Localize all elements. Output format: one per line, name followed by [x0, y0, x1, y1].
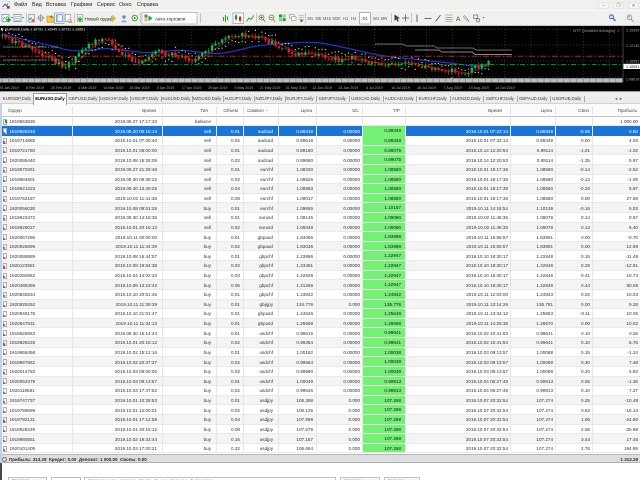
svg-text:7 Aug 2019: 7 Aug 2019 [444, 86, 462, 90]
svg-text:D1: D1 [363, 16, 369, 21]
svg-text:14 Mar 2019: 14 Mar 2019 [103, 86, 123, 90]
svg-text:EURUSD,Daily 1.10731 1.10945: EURUSD,Daily 1.10731 1.10945 1.10731 1.1… [5, 28, 85, 32]
svg-text:31 May 2019: 31 May 2019 [286, 86, 307, 90]
svg-text:17 Apr 2019: 17 Apr 2019 [182, 86, 201, 90]
svg-text:A: A [456, 16, 461, 23]
svg-text:26 Mar 2019: 26 Mar 2019 [129, 86, 149, 90]
svg-text:M5: M5 [316, 16, 322, 21]
svg-text:16 Jul 2019: 16 Jul 2019 [391, 86, 410, 90]
svg-text:MN: MN [381, 16, 387, 21]
svg-text:20 Feb 2019: 20 Feb 2019 [51, 86, 71, 90]
svg-text:Новый ордер: Новый ордер [85, 15, 114, 21]
svg-text:4 Mar 2019: 4 Mar 2019 [78, 86, 96, 90]
svg-text:M1: M1 [308, 16, 314, 21]
svg-text:H1: H1 [343, 16, 349, 21]
svg-text:26 Jul 2019: 26 Jul 2019 [417, 86, 436, 90]
svg-text:29 Apr 2019: 29 Apr 2019 [208, 86, 227, 90]
svg-text:W1: W1 [373, 16, 380, 21]
svg-text:9 May 2019: 9 May 2019 [235, 86, 254, 90]
svg-text:5 Apr 2019: 5 Apr 2019 [157, 86, 174, 90]
svg-text:Авто-торговля: Авто-торговля [155, 16, 186, 21]
svg-text:25 Jan 2019: 25 Jan 2019 [0, 86, 19, 90]
svg-text:1.12130: 1.12130 [626, 44, 639, 48]
svg-text:M30: M30 [333, 16, 342, 21]
svg-text:1.10051: 1.10051 [626, 60, 639, 64]
svg-text:M15: M15 [323, 16, 332, 21]
svg-text:12 Jun 2019: 12 Jun 2019 [312, 86, 332, 90]
svg-text:21 May 2019: 21 May 2019 [260, 86, 281, 90]
svg-text:MTF Quotation Averaging ☺: MTF Quotation Averaging ☺ [573, 29, 620, 33]
svg-text:24 Jun 2019: 24 Jun 2019 [338, 86, 358, 90]
svg-text:1.15300: 1.15300 [626, 28, 639, 32]
svg-text:4 Jul 2019: 4 Jul 2019 [366, 86, 383, 90]
svg-text:1.10051: 1.10051 [626, 65, 639, 69]
svg-text:H4: H4 [351, 16, 357, 21]
svg-text:1.08010: 1.08010 [626, 77, 639, 81]
svg-text:#1920948176 buy 0.26 EURUSD 1.: #1920948176 buy 0.26 EURUSD 1.10051 [3, 58, 59, 62]
svg-text:8 Feb 2019: 8 Feb 2019 [26, 86, 44, 90]
svg-text:19 Aug 2019: 19 Aug 2019 [469, 86, 489, 90]
svg-text:#1920910226 sell 0.26 EURUSD 1: #1920910226 sell 0.26 EURUSD 1.11503 [3, 45, 59, 49]
svg-text:14 Oct 2019: 14 Oct 2019 [495, 86, 515, 90]
